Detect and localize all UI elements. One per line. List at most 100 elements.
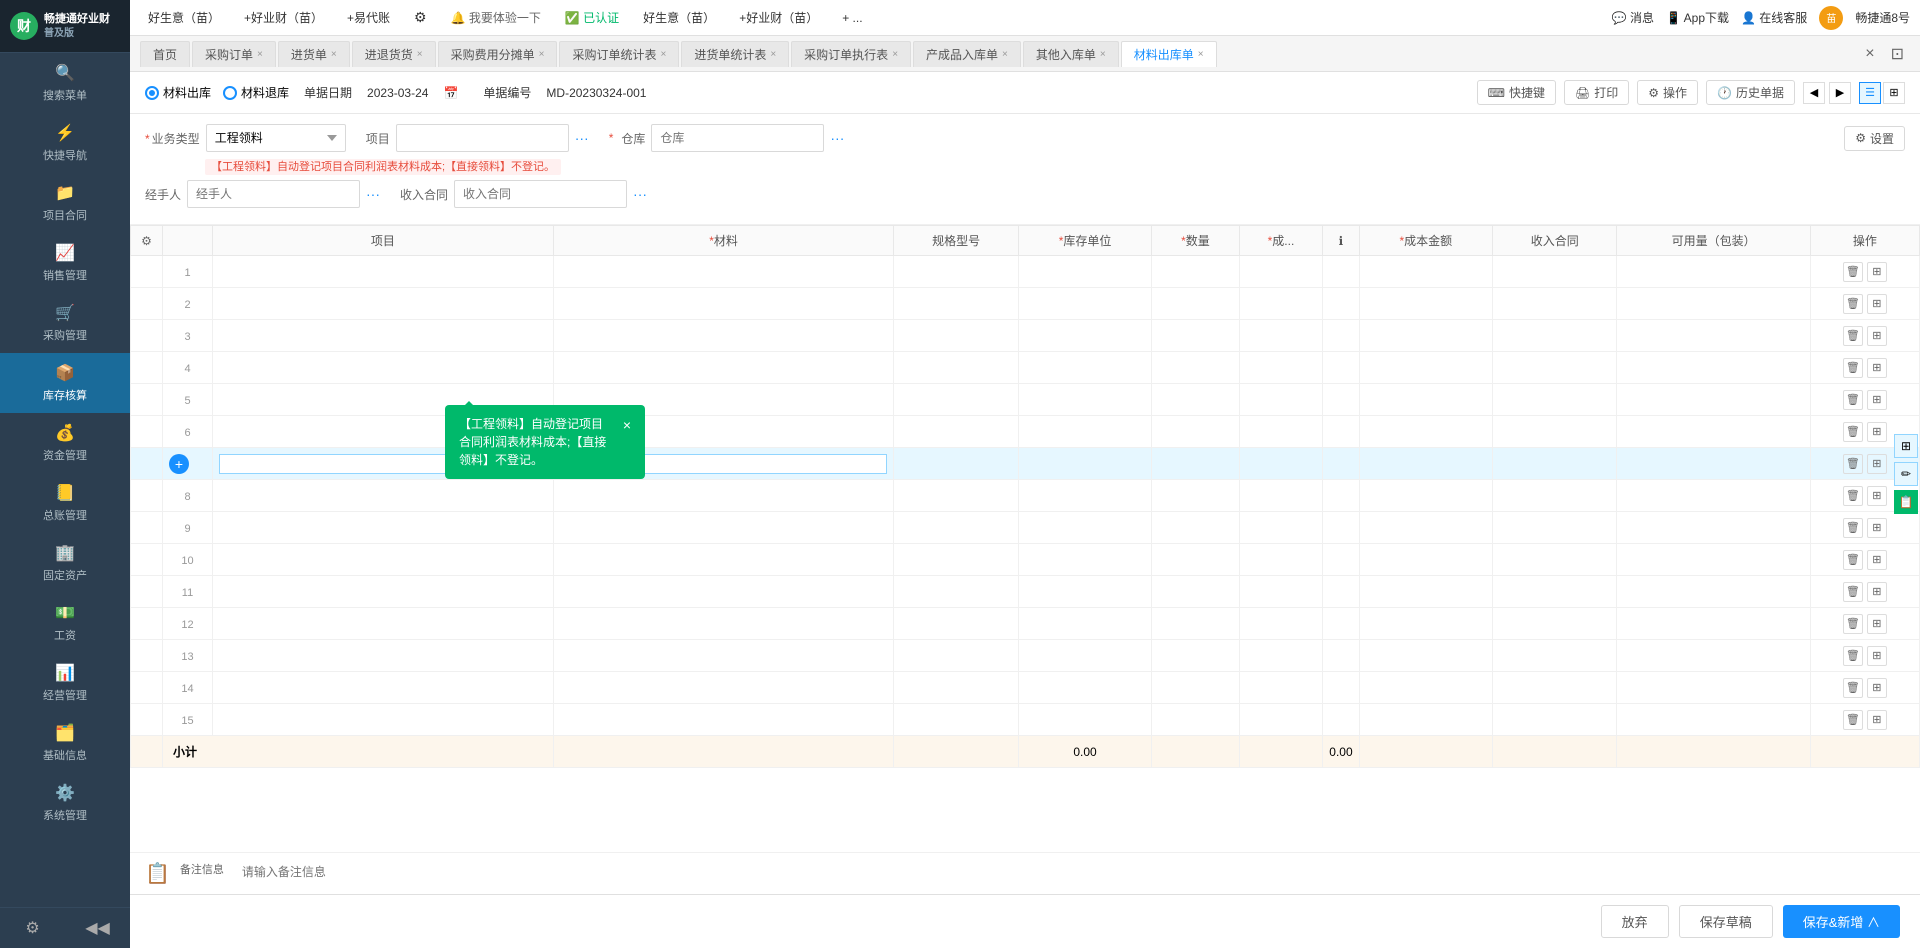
cell-project-4[interactable] bbox=[213, 352, 554, 384]
tab-home[interactable]: 首页 bbox=[140, 41, 190, 67]
cell-available-3[interactable] bbox=[1617, 320, 1810, 352]
cell-spec-3[interactable] bbox=[894, 320, 1018, 352]
sidebar-collapse-btn[interactable]: ◀◀ bbox=[65, 908, 130, 948]
cell-income-contract-6[interactable] bbox=[1493, 416, 1617, 448]
cell-available-7[interactable] bbox=[1617, 448, 1810, 480]
copy-row-btn[interactable]: ⊞ bbox=[1867, 550, 1887, 570]
topbar-experience-link[interactable]: 🔔 我要体验一下 bbox=[443, 5, 549, 30]
cell-qty-10[interactable] bbox=[1152, 544, 1239, 576]
sidebar-item-project[interactable]: 📁 项目合同 bbox=[0, 173, 130, 233]
cell-cost-amount-14[interactable] bbox=[1359, 672, 1492, 704]
cell-income-contract-11[interactable] bbox=[1493, 576, 1617, 608]
cell-cost-amount-7[interactable] bbox=[1359, 448, 1492, 480]
delete-row-btn[interactable]: 🗑 bbox=[1843, 390, 1863, 410]
cell-available-5[interactable] bbox=[1617, 384, 1810, 416]
save-draft-btn[interactable]: 保存草稿 bbox=[1679, 905, 1773, 938]
cell-unit-10[interactable] bbox=[1018, 544, 1151, 576]
delete-row-btn[interactable]: 🗑 bbox=[1843, 518, 1863, 538]
tab-material-outbound[interactable]: 材料出库单 × bbox=[1121, 41, 1217, 67]
copy-row-btn[interactable]: ⊞ bbox=[1867, 262, 1887, 282]
discard-btn[interactable]: 放弃 bbox=[1601, 905, 1669, 938]
cell-income-contract-10[interactable] bbox=[1493, 544, 1617, 576]
table-settings-icon[interactable]: ⚙ bbox=[141, 234, 152, 248]
copy-row-btn[interactable]: ⊞ bbox=[1867, 358, 1887, 378]
cell-material-2[interactable] bbox=[553, 288, 894, 320]
cell-project-8[interactable] bbox=[213, 480, 554, 512]
topbar-more-link[interactable]: + ... bbox=[834, 7, 870, 29]
cell-spec-2[interactable] bbox=[894, 288, 1018, 320]
cell-available-11[interactable] bbox=[1617, 576, 1810, 608]
cell-unit-5[interactable] bbox=[1018, 384, 1151, 416]
tooltip-close-btn[interactable]: × bbox=[623, 415, 631, 436]
message-btn[interactable]: 💬 消息 bbox=[1612, 9, 1654, 26]
cell-spec-11[interactable] bbox=[894, 576, 1018, 608]
cell-project-15[interactable] bbox=[213, 704, 554, 736]
cell-unit-13[interactable] bbox=[1018, 640, 1151, 672]
cell-income-contract-15[interactable] bbox=[1493, 704, 1617, 736]
delete-row-btn[interactable]: 🗑 bbox=[1843, 486, 1863, 506]
cell-material-9[interactable] bbox=[553, 512, 894, 544]
cell-spec-7[interactable] bbox=[894, 448, 1018, 480]
warehouse-dots-btn[interactable]: ··· bbox=[830, 130, 844, 146]
copy-row-btn[interactable]: ⊞ bbox=[1867, 390, 1887, 410]
radio-material-return[interactable]: 材料退库 bbox=[223, 84, 289, 101]
cell-unit-6[interactable] bbox=[1018, 416, 1151, 448]
cell-cost-13[interactable] bbox=[1239, 640, 1323, 672]
cell-spec-15[interactable] bbox=[894, 704, 1018, 736]
cell-unit-7[interactable] bbox=[1018, 448, 1151, 480]
cell-qty-14[interactable] bbox=[1152, 672, 1239, 704]
tab-finished-goods[interactable]: 产成品入库单× bbox=[913, 41, 1021, 67]
cell-available-12[interactable] bbox=[1617, 608, 1810, 640]
cell-action-2[interactable]: 🗑⊞ bbox=[1810, 288, 1919, 320]
user-avatar[interactable]: 苗 bbox=[1819, 6, 1843, 30]
cell-cost-amount-12[interactable] bbox=[1359, 608, 1492, 640]
cell-qty-13[interactable] bbox=[1152, 640, 1239, 672]
cell-action-3[interactable]: 🗑⊞ bbox=[1810, 320, 1919, 352]
tab-incoming-stats[interactable]: 进货单统计表× bbox=[681, 41, 789, 67]
cell-cost-amount-11[interactable] bbox=[1359, 576, 1492, 608]
tab-purchase-order[interactable]: 采购订单× bbox=[192, 41, 276, 67]
cell-cost-6[interactable] bbox=[1239, 416, 1323, 448]
delete-row-btn[interactable]: 🗑 bbox=[1843, 454, 1863, 474]
cell-cost-9[interactable] bbox=[1239, 512, 1323, 544]
cell-material-4[interactable] bbox=[553, 352, 894, 384]
tab-other-inbound[interactable]: 其他入库单× bbox=[1023, 41, 1119, 67]
delete-row-btn[interactable]: 🗑 bbox=[1843, 614, 1863, 634]
cell-cost-1[interactable] bbox=[1239, 256, 1323, 288]
cell-income-contract-13[interactable] bbox=[1493, 640, 1617, 672]
cell-qty-8[interactable] bbox=[1152, 480, 1239, 512]
cell-spec-4[interactable] bbox=[894, 352, 1018, 384]
cell-material-3[interactable] bbox=[553, 320, 894, 352]
copy-row-btn[interactable]: ⊞ bbox=[1867, 486, 1887, 506]
delete-row-btn[interactable]: 🗑 bbox=[1843, 326, 1863, 346]
cell-available-14[interactable] bbox=[1617, 672, 1810, 704]
sidebar-settings-btn[interactable]: ⚙ bbox=[0, 908, 65, 948]
cell-qty-6[interactable] bbox=[1152, 416, 1239, 448]
cell-project-9[interactable] bbox=[213, 512, 554, 544]
cell-spec-14[interactable] bbox=[894, 672, 1018, 704]
print-btn[interactable]: 🖨 打印 bbox=[1564, 80, 1629, 105]
notes-input[interactable] bbox=[242, 861, 1905, 883]
tab-incoming[interactable]: 进货单× bbox=[278, 41, 350, 67]
sidebar-item-quick[interactable]: ⚡ 快捷导航 bbox=[0, 113, 130, 173]
cell-material-8[interactable] bbox=[553, 480, 894, 512]
cell-spec-12[interactable] bbox=[894, 608, 1018, 640]
cell-material-12[interactable] bbox=[553, 608, 894, 640]
delete-row-btn[interactable]: 🗑 bbox=[1843, 582, 1863, 602]
sidebar-item-inventory[interactable]: 📦 库存核算 bbox=[0, 353, 130, 413]
tab-material-outbound-close[interactable]: × bbox=[1198, 49, 1204, 60]
project-input[interactable] bbox=[396, 124, 569, 152]
cell-action-1[interactable]: 🗑⊞ bbox=[1810, 256, 1919, 288]
cell-cost-amount-6[interactable] bbox=[1359, 416, 1492, 448]
prev-record-btn[interactable]: ◀ bbox=[1803, 82, 1825, 104]
delete-row-btn[interactable]: 🗑 bbox=[1843, 422, 1863, 442]
tab-purchase-cost[interactable]: 采购费用分摊单× bbox=[438, 41, 558, 67]
cell-income-contract-4[interactable] bbox=[1493, 352, 1617, 384]
cell-unit-15[interactable] bbox=[1018, 704, 1151, 736]
cell-available-8[interactable] bbox=[1617, 480, 1810, 512]
history-btn[interactable]: 🕐 历史单据 bbox=[1706, 80, 1795, 105]
copy-row-btn[interactable]: ⊞ bbox=[1867, 326, 1887, 346]
delete-row-btn[interactable]: 🗑 bbox=[1843, 294, 1863, 314]
cell-available-10[interactable] bbox=[1617, 544, 1810, 576]
cell-cost-amount-15[interactable] bbox=[1359, 704, 1492, 736]
